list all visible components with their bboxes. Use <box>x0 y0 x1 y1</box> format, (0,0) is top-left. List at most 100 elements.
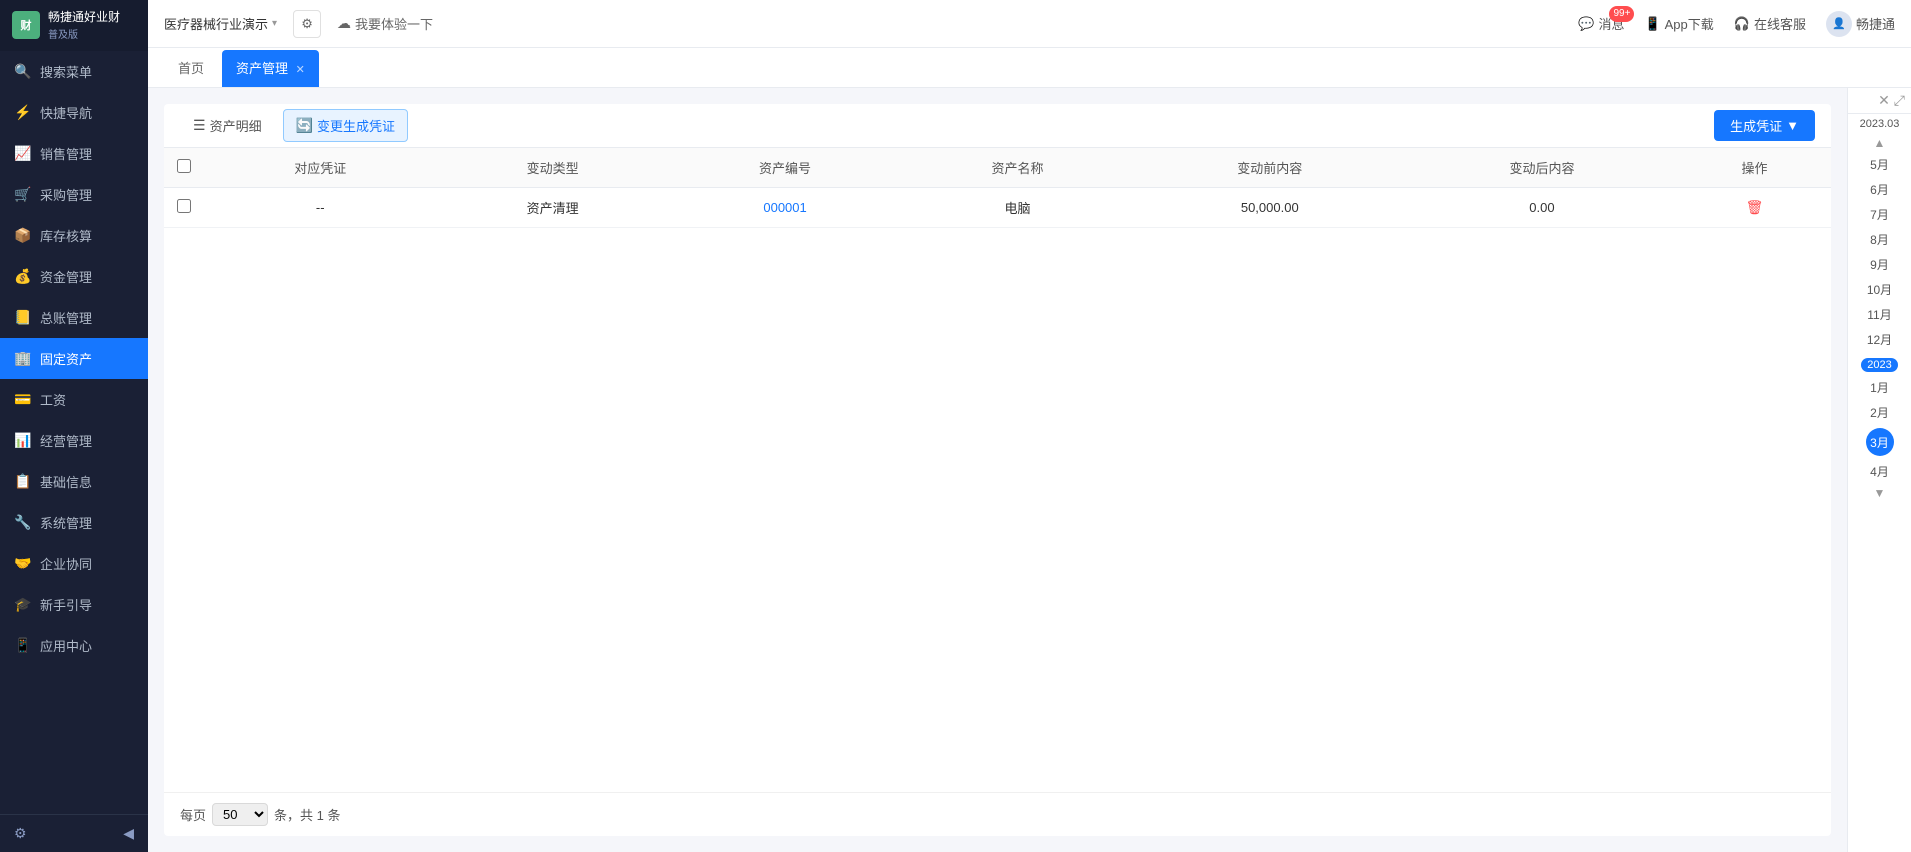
month-item-5月[interactable]: 5月 <box>1848 152 1911 177</box>
feedback-button[interactable]: ☁ 我要体验一下 <box>337 14 433 33</box>
sidebar-item-inventory[interactable]: 📦 库存核算 <box>0 215 148 256</box>
ledger-icon: 📒 <box>14 308 32 326</box>
content-area: ☰ 资产明细 🔄 变更生成凭证 生成凭证 ▼ <box>148 88 1911 852</box>
month-item-8月[interactable]: 8月 <box>1848 227 1911 252</box>
sidebar-item-app-center[interactable]: 📱 应用中心 <box>0 625 148 666</box>
header-asset-code: 资产编号 <box>669 148 901 188</box>
finance-icon: 💰 <box>14 267 32 285</box>
tab-home[interactable]: 首页 <box>164 50 218 87</box>
logo-text: 畅捷通好业财 <box>48 10 120 26</box>
tab-close-icon[interactable]: ✕ <box>296 64 305 76</box>
row-checkbox-0[interactable] <box>177 199 191 213</box>
guide-label: 新手引导 <box>40 595 92 614</box>
guide-icon: 🎓 <box>14 595 32 613</box>
month-item-2023-3月[interactable]: 3月 <box>1848 425 1911 459</box>
sidebar-item-finance[interactable]: 💰 资金管理 <box>0 256 148 297</box>
row-before-change: 50,000.00 <box>1134 188 1406 228</box>
right-panel-expand-icon[interactable]: ⤢ <box>1894 92 1905 109</box>
payroll-icon: 💳 <box>14 390 32 408</box>
tab-home-label: 首页 <box>178 61 204 76</box>
fixed-assets-icon: 🏢 <box>14 349 32 367</box>
generate-voucher-label: 生成凭证 <box>1730 116 1782 135</box>
logo-icon: 财 <box>12 11 40 39</box>
avatar: 👤 <box>1826 11 1852 37</box>
header-checkbox-cell <box>164 148 204 188</box>
inventory-label: 库存核算 <box>40 226 92 245</box>
header-voucher: 对应凭证 <box>204 148 436 188</box>
right-panel-header: ✕ ⤢ <box>1848 88 1911 114</box>
month-item-2023-1月[interactable]: 1月 <box>1848 375 1911 400</box>
date-nav-up-icon[interactable]: ▲ <box>1848 134 1911 152</box>
month-item-9月[interactable]: 9月 <box>1848 252 1911 277</box>
header-asset-name: 资产名称 <box>901 148 1133 188</box>
settings-icon[interactable]: ⚙ <box>14 825 27 842</box>
sub-tab-asset-detail[interactable]: ☰ 资产明细 <box>180 109 275 142</box>
row-checkbox-cell <box>164 188 204 228</box>
page-size-select[interactable]: 50 10 20 100 <box>212 803 268 826</box>
month-item-6月[interactable]: 6月 <box>1848 177 1911 202</box>
system-icon: 🔧 <box>14 513 32 531</box>
main-area: 医疗器械行业演示 ▾ ⚙ ☁ 我要体验一下 💬 消息 99+ 📱 App下载 🎧… <box>148 0 1911 852</box>
sidebar-item-search[interactable]: 🔍 搜索菜单 <box>0 51 148 92</box>
month-item-7月[interactable]: 7月 <box>1848 202 1911 227</box>
date-panel-year-header: 2023.03 <box>1848 114 1911 134</box>
sidebar-item-guide[interactable]: 🎓 新手引导 <box>0 584 148 625</box>
logo-sub: 普及版 <box>48 26 120 41</box>
sales-icon: 📈 <box>14 144 32 162</box>
sidebar-item-purchase[interactable]: 🛒 采购管理 <box>0 174 148 215</box>
service-icon: 🎧 <box>1734 16 1750 32</box>
app-download-icon: 📱 <box>1644 16 1660 32</box>
app-center-label: 应用中心 <box>40 636 92 655</box>
month-item-10月[interactable]: 10月 <box>1848 277 1911 302</box>
purchase-icon: 🛒 <box>14 185 32 203</box>
pagination: 每页 50 10 20 100 条，共 1 条 <box>164 792 1831 836</box>
sidebar-item-enterprise[interactable]: 🤝 企业协同 <box>0 543 148 584</box>
finance-label: 资金管理 <box>40 267 92 286</box>
select-all-checkbox[interactable] <box>177 159 191 173</box>
sub-tab-change-voucher[interactable]: 🔄 变更生成凭证 <box>283 109 408 142</box>
page-size-prefix: 每页 <box>180 805 206 824</box>
app-download-button[interactable]: 📱 App下载 <box>1644 14 1713 33</box>
user-name: 畅捷通 <box>1856 14 1895 33</box>
message-icon: 💬 <box>1578 16 1594 32</box>
month-item-2023-4月[interactable]: 4月 <box>1848 459 1911 484</box>
operations-label: 经营管理 <box>40 431 92 450</box>
year-2023-section: 2023 <box>1848 352 1911 375</box>
sidebar-item-system[interactable]: 🔧 系统管理 <box>0 502 148 543</box>
gear-icon: ⚙ <box>301 16 313 32</box>
date-nav-down-icon[interactable]: ▼ <box>1848 484 1911 502</box>
sidebar-item-sales[interactable]: 📈 销售管理 <box>0 133 148 174</box>
inventory-icon: 📦 <box>14 226 32 244</box>
month-item-12月[interactable]: 12月 <box>1848 327 1911 352</box>
asset-detail-icon: ☰ <box>193 117 206 134</box>
sidebar-item-operations[interactable]: 📊 经营管理 <box>0 420 148 461</box>
delete-icon[interactable]: 🗑 <box>1746 199 1764 215</box>
year-2023-tag[interactable]: 2023 <box>1861 358 1897 372</box>
table-row: -- 资产清理 000001 电脑 50,000.00 0.00 🗑 <box>164 188 1831 228</box>
sidebar-item-ledger[interactable]: 📒 总账管理 <box>0 297 148 338</box>
right-panel-close-icon[interactable]: ✕ <box>1878 92 1890 109</box>
row-change-type: 资产清理 <box>436 188 668 228</box>
tab-asset-mgmt-label: 资产管理 <box>236 61 288 76</box>
online-service-button[interactable]: 🎧 在线客服 <box>1734 14 1806 33</box>
sidebar-item-fixed-assets[interactable]: 🏢 固定资产 <box>0 338 148 379</box>
tab-asset-mgmt[interactable]: 资产管理 ✕ <box>222 50 319 87</box>
month-item-2023-2月[interactable]: 2月 <box>1848 400 1911 425</box>
user-profile[interactable]: 👤 畅捷通 <box>1826 11 1895 37</box>
quick-nav-label: 快捷导航 <box>40 103 92 122</box>
message-button[interactable]: 💬 消息 99+ <box>1578 14 1624 33</box>
collapse-icon[interactable]: ◀ <box>123 825 134 842</box>
company-selector[interactable]: 医疗器械行业演示 ▾ <box>164 14 277 33</box>
basic-info-icon: 📋 <box>14 472 32 490</box>
generate-voucher-button[interactable]: 生成凭证 ▼ <box>1714 110 1815 141</box>
sidebar-item-payroll[interactable]: 💳 工资 <box>0 379 148 420</box>
month-item-11月[interactable]: 11月 <box>1848 302 1911 327</box>
sidebar-item-basic-info[interactable]: 📋 基础信息 <box>0 461 148 502</box>
table-header-row: 对应凭证 变动类型 资产编号 资产名称 变动前内容 变动后内容 操作 <box>164 148 1831 188</box>
settings-button[interactable]: ⚙ <box>293 10 321 38</box>
feedback-label: 我要体验一下 <box>355 14 433 33</box>
tabs-bar: 首页 资产管理 ✕ <box>148 48 1911 88</box>
sidebar: 财 畅捷通好业财 普及版 🔍 搜索菜单 ⚡ 快捷导航 📈 销售管理 🛒 采购管理… <box>0 0 148 852</box>
sidebar-item-quick-nav[interactable]: ⚡ 快捷导航 <box>0 92 148 133</box>
generate-voucher-arrow-icon: ▼ <box>1786 118 1799 133</box>
